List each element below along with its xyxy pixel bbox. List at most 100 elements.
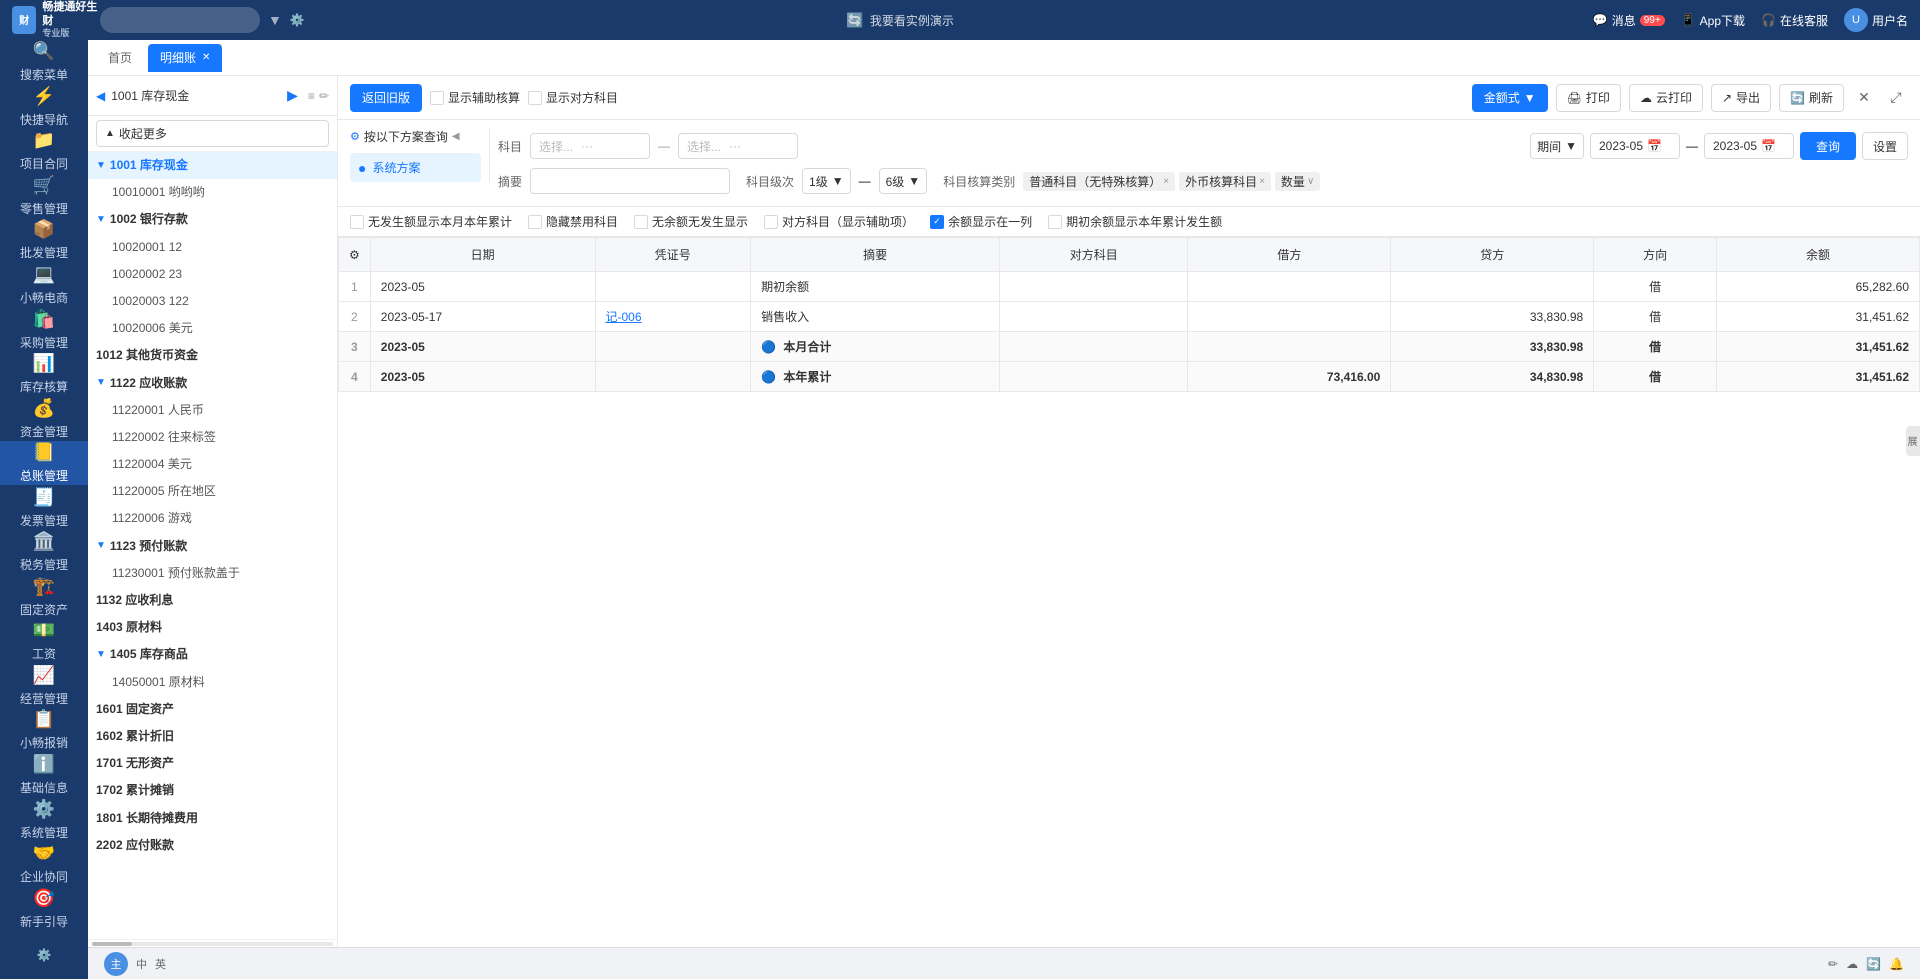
tree-node-1123[interactable]: ▼ 1123 预付账款 — [88, 533, 337, 560]
tree-node-10020001[interactable]: 10020001 12 — [88, 234, 337, 261]
app-download-btn[interactable]: 📱 App下载 — [1681, 12, 1745, 29]
sidebar-settings-btn[interactable]: ⚙️ — [0, 931, 88, 979]
filter-settings-btn[interactable]: 设置 — [1862, 132, 1908, 160]
sidebar-item-search[interactable]: 🔍 搜索菜单 — [0, 40, 88, 85]
period-type-select[interactable]: 期间 ▼ — [1530, 133, 1584, 159]
sidebar-item-cooperation[interactable]: 🤝 企业协同 — [0, 842, 88, 887]
demo-label[interactable]: 我要看实例演示 — [870, 12, 954, 29]
sidebar-item-operation[interactable]: 📈 经营管理 — [0, 664, 88, 709]
sidebar-item-guide[interactable]: 🎯 新手引导 — [0, 886, 88, 931]
check-tag-foreign[interactable]: 外币核算科目 × — [1179, 172, 1271, 191]
cb-hide-disabled[interactable]: 隐藏禁用科目 — [528, 213, 618, 230]
subject-to-input[interactable]: 选择... ··· — [678, 133, 798, 159]
cb-opening-annual[interactable]: 期初余额显示本年累计发生额 — [1048, 213, 1222, 230]
col-settings[interactable]: ⚙ — [339, 238, 371, 272]
bottom-cloud-icon[interactable]: ☁ — [1846, 957, 1858, 971]
tree-node-1001[interactable]: ▼ 1001 库存现金 — [88, 152, 337, 179]
tree-node-1702[interactable]: 1702 累计摊销 — [88, 777, 337, 804]
bottom-sync-icon[interactable]: 🔄 — [1866, 957, 1881, 971]
back-old-version-btn[interactable]: 返回旧版 — [350, 84, 422, 112]
tree-node-1601[interactable]: 1601 固定资产 — [88, 696, 337, 723]
tree-node-2202[interactable]: 2202 应付账款 — [88, 832, 337, 859]
level-to-select[interactable]: 6级 ▼ — [879, 168, 928, 194]
query-button[interactable]: 查询 — [1800, 132, 1856, 160]
tree-node-1012[interactable]: 1012 其他货币资金 — [88, 342, 337, 369]
subject-from-input[interactable]: 选择... ··· — [530, 133, 650, 159]
tree-node-11220006[interactable]: 11220006 游戏 — [88, 505, 337, 532]
tree-node-11230001[interactable]: 11230001 预付账款盖于 — [88, 560, 337, 587]
tree-node-1403[interactable]: 1403 原材料 — [88, 614, 337, 641]
tree-node-11220001[interactable]: 11220001 人民币 — [88, 397, 337, 424]
cb-no-balance[interactable]: 无余额无发生显示 — [634, 213, 748, 230]
sidebar-item-capital[interactable]: 💰 资金管理 — [0, 396, 88, 441]
user-avatar-btn[interactable]: U 用户名 — [1844, 8, 1908, 32]
tree-node-1122[interactable]: ▼ 1122 应收账款 — [88, 370, 337, 397]
sidebar-item-ecommerce[interactable]: 💻 小畅电商 — [0, 263, 88, 308]
tree-node-1701[interactable]: 1701 无形资产 — [88, 750, 337, 777]
tree-node-10010001[interactable]: 10010001 哟哟哟 — [88, 179, 337, 206]
tree-node-1132[interactable]: 1132 应收利息 — [88, 587, 337, 614]
tree-node-1002[interactable]: ▼ 1002 银行存款 — [88, 206, 337, 233]
tree-expand-1123[interactable]: ▼ — [96, 538, 106, 554]
sidebar-item-tax[interactable]: 🏛️ 税务管理 — [0, 530, 88, 575]
sidebar-item-wholesale[interactable]: 📦 批发管理 — [0, 218, 88, 263]
sidebar-item-assets[interactable]: 🏗️ 固定资产 — [0, 575, 88, 620]
sidebar-item-payroll[interactable]: 💵 工资 — [0, 619, 88, 664]
tree-node-1801[interactable]: 1801 长期待摊费用 — [88, 805, 337, 832]
sidebar-item-project[interactable]: 📁 项目合同 — [0, 129, 88, 174]
cb-opposite-subject[interactable]: 对方科目（显示辅助项） — [764, 213, 914, 230]
sidebar-item-purchase[interactable]: 🛍️ 采购管理 — [0, 307, 88, 352]
check-tag-quantity-close[interactable]: ∨ — [1307, 176, 1314, 187]
tree-back-arrow[interactable]: ◀ — [96, 89, 105, 103]
lang-cn[interactable]: 中 — [136, 956, 147, 972]
settings-gear-btn[interactable]: ⚙️ — [290, 13, 305, 27]
tree-node-10020006[interactable]: 10020006 美元 — [88, 315, 337, 342]
tree-expand-1001[interactable]: ▼ — [96, 158, 106, 174]
sidebar-item-ledger[interactable]: 📒 总账管理 — [0, 441, 88, 486]
summary-input[interactable] — [530, 168, 730, 194]
show-auxiliary-checkbox[interactable]: 显示辅助核算 — [430, 89, 520, 106]
print-btn[interactable]: 🖨 打印 — [1556, 84, 1621, 112]
voucher-link[interactable]: 记-006 — [606, 310, 642, 324]
check-tag-normal-close[interactable]: × — [1163, 176, 1169, 187]
tree-node-1602[interactable]: 1602 累计折旧 — [88, 723, 337, 750]
tree-expand-1002[interactable]: ▼ — [96, 212, 106, 228]
tree-node-11220004[interactable]: 11220004 美元 — [88, 451, 337, 478]
check-tag-foreign-close[interactable]: × — [1259, 176, 1265, 187]
tree-node-14050001[interactable]: 14050001 原材料 — [88, 669, 337, 696]
tab-home[interactable]: 首页 — [96, 44, 144, 72]
panel-close-btn[interactable]: ✕ — [1852, 86, 1876, 110]
message-btn[interactable]: 💬 消息 99+ — [1593, 12, 1665, 29]
show-opposite-checkbox[interactable]: 显示对方科目 — [528, 89, 618, 106]
bottom-edit-icon[interactable]: ✏ — [1828, 957, 1838, 971]
tree-list-icon[interactable]: ≡ — [308, 89, 315, 103]
period-from-input[interactable]: 2023-05 📅 — [1590, 133, 1680, 159]
level-from-select[interactable]: 1级 ▼ — [802, 168, 851, 194]
panel-expand-btn[interactable]: ⤢ — [1884, 86, 1908, 110]
tree-node-1405[interactable]: ▼ 1405 库存商品 — [88, 641, 337, 668]
tree-body[interactable]: ▼ 1001 库存现金 10010001 哟哟哟 ▼ 1002 银行存款 100… — [88, 152, 337, 939]
search-dropdown-icon[interactable]: ▼ — [268, 12, 282, 28]
tree-node-11220005[interactable]: 11220005 所在地区 — [88, 478, 337, 505]
scrollbar-thumb[interactable] — [92, 942, 132, 946]
full-amount-btn[interactable]: 金额式 ▼ — [1472, 84, 1548, 112]
bottom-bell-icon[interactable]: 🔔 — [1889, 957, 1904, 971]
lang-en[interactable]: 英 — [155, 956, 166, 972]
tab-detail[interactable]: 明细账 ✕ — [148, 44, 222, 72]
check-tag-normal[interactable]: 普通科目（无特殊核算） × — [1023, 172, 1175, 191]
right-collapse-btn[interactable]: 展 — [1906, 426, 1920, 456]
sidebar-item-retail[interactable]: 🛒 零售管理 — [0, 174, 88, 219]
tree-forward-arrow[interactable]: ▶ — [287, 87, 298, 104]
refresh-btn[interactable]: 🔄 刷新 — [1779, 84, 1844, 112]
export-btn[interactable]: ↗ 导出 — [1711, 84, 1771, 112]
cb-no-occurrence[interactable]: 无发生额显示本月本年累计 — [350, 213, 512, 230]
tree-expand-1405[interactable]: ▼ — [96, 647, 106, 663]
query-panel-title[interactable]: ⚙ 按以下方案查询 ◀ — [350, 128, 481, 145]
tree-node-11220002[interactable]: 11220002 往来标签 — [88, 424, 337, 451]
sidebar-item-report[interactable]: 📋 小畅报销 — [0, 708, 88, 753]
query-option-system[interactable]: ● 系统方案 — [350, 153, 481, 182]
tree-edit-icon[interactable]: ✏ — [319, 89, 329, 103]
sidebar-item-basic[interactable]: ℹ️ 基础信息 — [0, 753, 88, 798]
cloud-print-btn[interactable]: ☁ 云打印 — [1629, 84, 1703, 112]
period-to-input[interactable]: 2023-05 📅 — [1704, 133, 1794, 159]
